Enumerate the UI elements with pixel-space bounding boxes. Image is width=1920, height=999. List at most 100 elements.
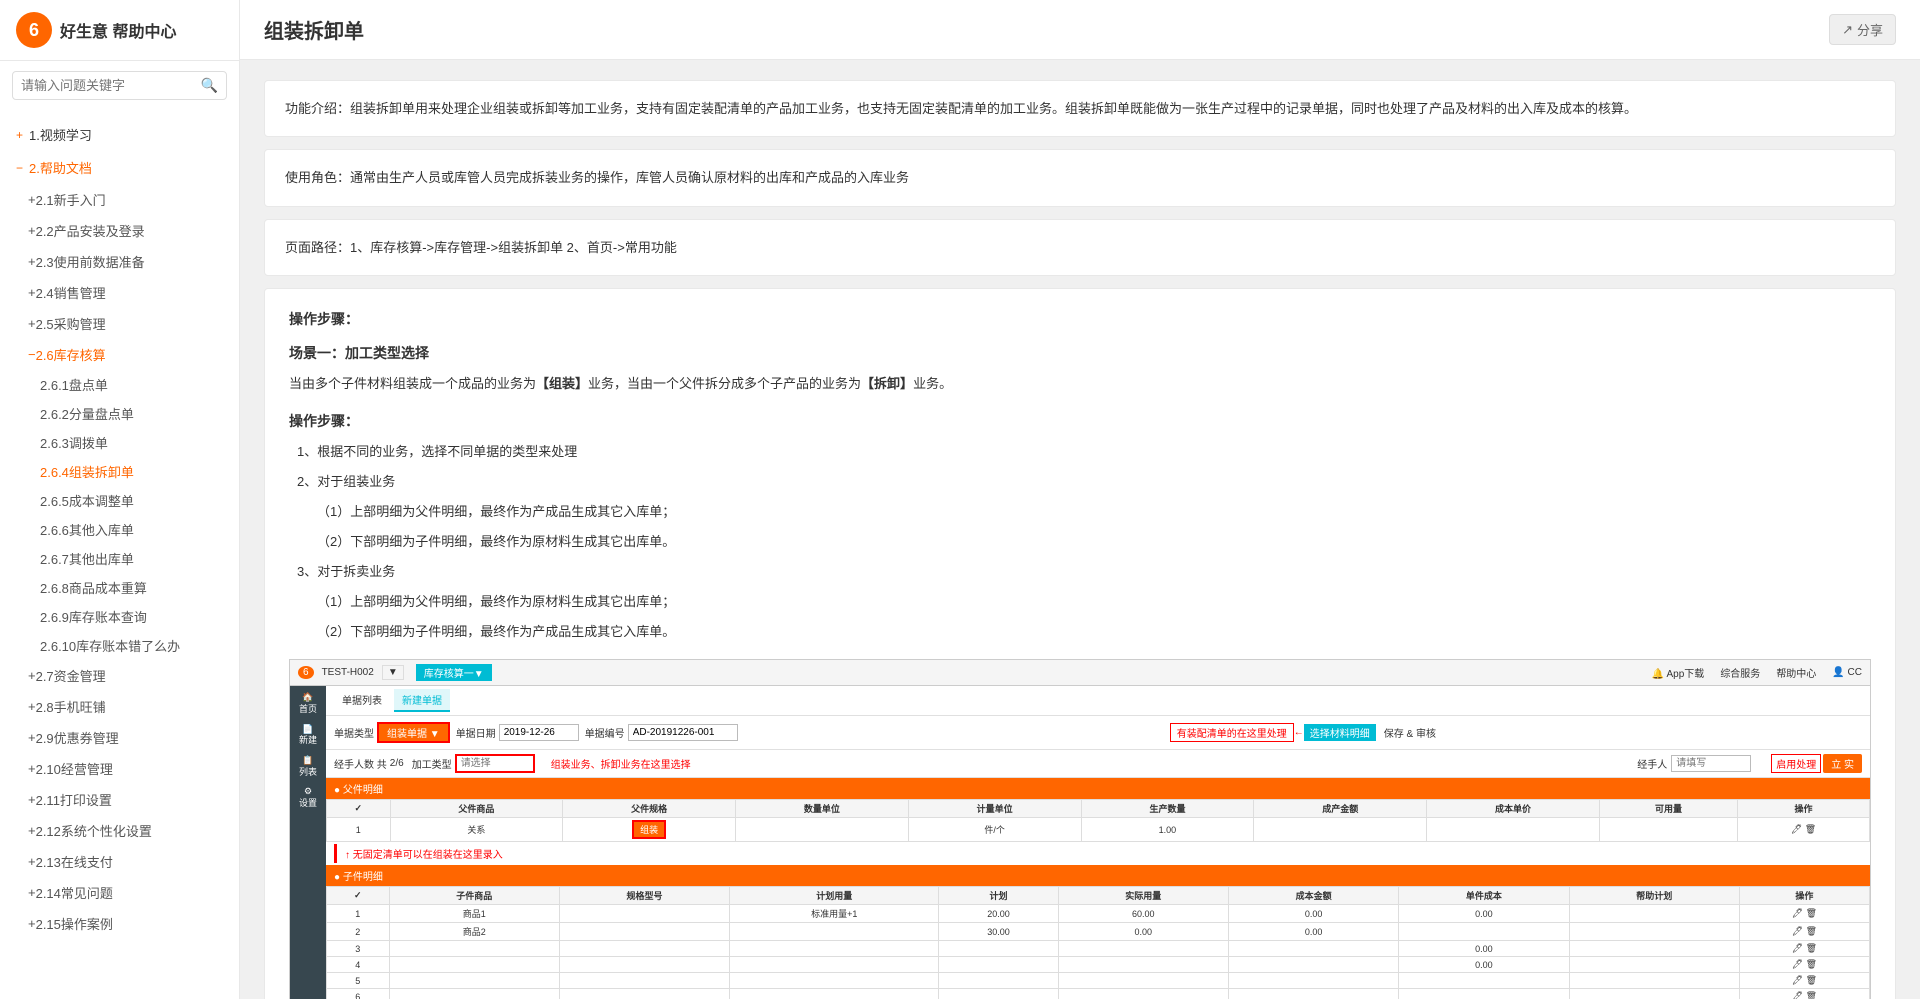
sc-upper-table: ✓ 父件商品 父件规格 数量单位 计量单位 生产数量 成产金额 成本单价 可用量: [326, 799, 1870, 842]
sc-help: 帮助中心: [1776, 665, 1816, 680]
expand-icon: +: [28, 916, 36, 931]
sidebar-item-finance[interactable]: +2.7资金管理: [0, 660, 239, 691]
sidebar-item-newbie[interactable]: +2.1新手入门: [0, 184, 239, 215]
sidebar-item-print[interactable]: +2.11打印设置: [0, 784, 239, 815]
expand-icon: +: [28, 668, 36, 683]
sc-tab-new[interactable]: 新建单据: [394, 689, 450, 712]
sc-user: 👤 CC: [1832, 667, 1862, 678]
sc-td-punit1: [736, 818, 909, 842]
sc-type-select[interactable]: 组装单据 ▼: [377, 722, 450, 743]
sc-company: TEST-H002: [322, 667, 374, 678]
sidebar-item-sales[interactable]: +2.4销售管理: [0, 277, 239, 308]
table-row: 40.00🖊 🗑: [327, 957, 1870, 973]
sc-td-pspec: 组装: [563, 818, 736, 842]
sc-date-input[interactable]: [499, 724, 579, 741]
search-input[interactable]: [21, 78, 201, 93]
sidebar-item-video-label: 1.视频学习: [29, 125, 92, 144]
sc-main-area: 🏠首页 📄新建 📋列表 ⚙设置 单据列表 新建单据: [290, 686, 1870, 999]
sc-sidebar-new: 📄新建: [299, 724, 317, 747]
sidebar-item-faq[interactable]: +2.14常见问题: [0, 877, 239, 908]
expand-icon: +: [28, 192, 36, 207]
sidebar-item-voucher[interactable]: +2.9优惠券管理: [0, 722, 239, 753]
sc-th-punit1: 数量单位: [736, 800, 909, 818]
sidebar-item-2-6-3[interactable]: 2.6.3调拨单: [0, 428, 239, 457]
search-icon[interactable]: 🔍: [201, 77, 218, 94]
sc-tab-list[interactable]: 单据列表: [334, 689, 390, 712]
sc-no-input[interactable]: [628, 724, 738, 741]
sidebar-item-mobile[interactable]: +2.8手机旺铺: [0, 691, 239, 722]
sc-person-cnt-label: 经手人数 共: [334, 756, 387, 771]
sc-th-ops: 操作: [1738, 800, 1870, 818]
step-2-1: （1）上部明细为父件明细，最终作为产成品生成其它入库单；: [297, 499, 1871, 525]
sc-th-check: ✓: [327, 800, 391, 818]
expand-icon: +: [28, 761, 36, 776]
sc-lth-helpplan: 帮助计划: [1569, 887, 1739, 905]
sc-td-costunit: [1427, 818, 1600, 842]
sc-lth-unitcost: 单件成本: [1399, 887, 1569, 905]
sidebar-item-install[interactable]: +2.2产品安装及登录: [0, 215, 239, 246]
nav-tree: + 1.视频学习 − 2.帮助文档 +2.1新手入门 +2.2产品安装及登录 +…: [0, 110, 239, 999]
table-row: 6🖊 🗑: [327, 989, 1870, 999]
sc-arrow1: ←: [1294, 727, 1304, 738]
sidebar-item-2-6-5[interactable]: 2.6.5成本调整单: [0, 486, 239, 515]
sidebar-item-2-6-7[interactable]: 2.6.7其他出库单: [0, 544, 239, 573]
sc-person-input[interactable]: [1671, 755, 1751, 772]
sidebar-item-data-prep[interactable]: +2.3使用前数据准备: [0, 246, 239, 277]
sidebar-item-stock[interactable]: −2.6库存核算: [0, 339, 239, 370]
sc-th-pname: 父件商品: [390, 800, 563, 818]
sidebar-item-2-6-8[interactable]: 2.6.8商品成本重算: [0, 573, 239, 602]
sc-annotation2-label: 组装业务、拆卸业务在这里选择: [551, 756, 691, 771]
steps-list: 1、根据不同的业务，选择不同单据的类型来处理 2、对于组装业务 （1）上部明细为…: [289, 439, 1871, 645]
sc-sidebar-home: 🏠首页: [299, 692, 317, 715]
expand-icon: +: [28, 254, 36, 269]
sidebar-item-2-6-2[interactable]: 2.6.2分量盘点单: [0, 399, 239, 428]
search-box[interactable]: 🔍: [12, 71, 227, 100]
sc-sidebar-set: ⚙设置: [299, 786, 317, 809]
sidebar-item-payment[interactable]: +2.13在线支付: [0, 846, 239, 877]
share-icon: ↗: [1842, 22, 1853, 38]
sidebar-item-2-6-10[interactable]: 2.6.10库存账本错了么办: [0, 631, 239, 660]
expand-icon: +: [28, 730, 36, 745]
sidebar-item-2-6-9[interactable]: 2.6.9库存账本查询: [0, 602, 239, 631]
sidebar-item-cases[interactable]: +2.15操作案例: [0, 908, 239, 939]
sidebar-item-help[interactable]: − 2.帮助文档: [0, 151, 239, 184]
sc-td-check: 1: [327, 818, 391, 842]
table-row: 30.00🖊 🗑: [327, 941, 1870, 957]
sc-form-row2-wrapper: 经手人数 共 2/6 加工类型 组装业务、拆卸业务在这里选择 经手人: [326, 750, 1870, 778]
sidebar-item-purchase[interactable]: +2.5采购管理: [0, 308, 239, 339]
sidebar-item-video[interactable]: + 1.视频学习: [0, 118, 239, 151]
sidebar-item-ops[interactable]: +2.10经营管理: [0, 753, 239, 784]
sc-nav-btn: 库存核算一▼: [416, 664, 492, 681]
ops-steps-title: 操作步骤：: [289, 411, 1871, 431]
sc-topbar: 6 TEST-H002 ▼ 库存核算一▼ 🔔 App下载 综合服务 帮助中心 👤…: [290, 660, 1870, 686]
sc-confirm-btn[interactable]: 立 实: [1823, 754, 1862, 773]
sc-th-pspec: 父件规格: [563, 800, 736, 818]
sc-app-dl: 🔔 App下载: [1652, 665, 1704, 680]
step-2-2: （2）下部明细为子件明细，最终作为原材料生成其它出库单。: [297, 529, 1871, 555]
sc-no-field: 单据编号: [585, 724, 738, 741]
table-row: 1 商品1 标准用量+1 20.00 60.00 0.00 0.00 �: [327, 905, 1870, 923]
help-sub-nav: +2.1新手入门 +2.2产品安装及登录 +2.3使用前数据准备 +2.4销售管…: [0, 184, 239, 939]
sidebar-item-2-6-4[interactable]: 2.6.4组装拆卸单: [0, 457, 239, 486]
table-row: 1 关系 组装 件/个 1.00 🖊 🗑: [327, 818, 1870, 842]
sc-th-prodamt: 成产金额: [1254, 800, 1427, 818]
sc-upper-annotation: ↑ 无固定清单可以在组装在这里录入: [334, 844, 1862, 863]
collapse-icon: −: [28, 347, 36, 362]
main-header: 组装拆卸单 ↗ 分享: [240, 0, 1920, 60]
sc-annotation-text1: 有装配清单的在这里处理: [1170, 723, 1294, 742]
screenshot-mockup: 6 TEST-H002 ▼ 库存核算一▼ 🔔 App下载 综合服务 帮助中心 👤…: [289, 659, 1871, 999]
stock-sub-nav: 2.6.1盘点单 2.6.2分量盘点单 2.6.3调拨单 2.6.4组装拆卸单 …: [0, 370, 239, 660]
share-button[interactable]: ↗ 分享: [1829, 14, 1896, 45]
sidebar-item-2-6-1[interactable]: 2.6.1盘点单: [0, 370, 239, 399]
sc-no-label: 单据编号: [585, 725, 625, 740]
sc-td-ops: 🖊 🗑: [1738, 818, 1870, 842]
logo-area: 6 好生意 帮助中心: [0, 0, 239, 61]
sidebar-item-2-6-6[interactable]: 2.6.6其他入库单: [0, 515, 239, 544]
sidebar-item-settings[interactable]: +2.12系统个性化设置: [0, 815, 239, 846]
sc-section-orange: ● 父件明细: [326, 778, 1870, 799]
sidebar: 6 好生意 帮助中心 🔍 + 1.视频学习 − 2.帮助文档 +2.1新手入门 …: [0, 0, 240, 999]
sc-td-avail: [1599, 818, 1737, 842]
sc-process-type-input[interactable]: [455, 754, 535, 773]
expand-icon: +: [28, 885, 36, 900]
step-3-1: （1）上部明细为父件明细，最终作为原材料生成其它出库单；: [297, 589, 1871, 615]
